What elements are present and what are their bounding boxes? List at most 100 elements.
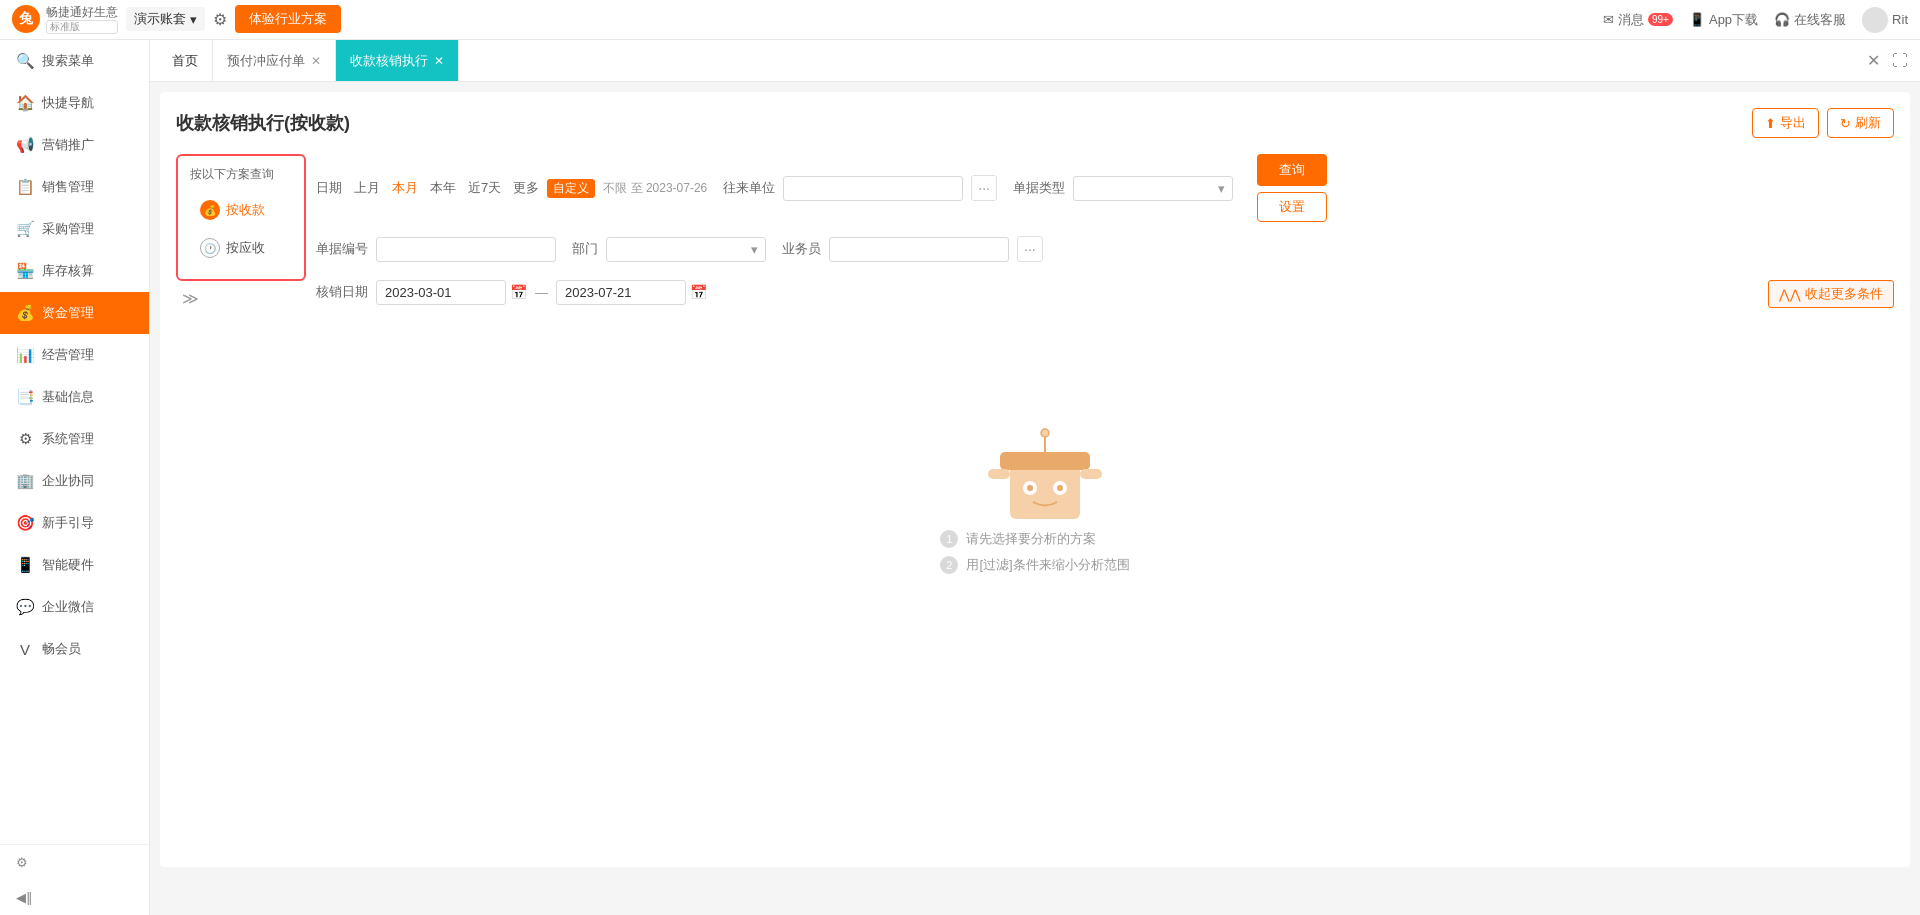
doc-num-input[interactable] [376,237,556,262]
sidebar-item-label: 企业微信 [42,598,94,616]
sidebar-item-basic-info[interactable]: 📑 基础信息 [0,376,149,418]
inventory-icon: 🏪 [16,262,34,280]
date-link-this-year[interactable]: 本年 [426,177,460,199]
calendar-end-icon[interactable]: 📅 [690,284,707,300]
staff-input[interactable] [829,237,1009,262]
counterparty-input[interactable] [783,176,963,201]
calendar-start-icon[interactable]: 📅 [510,284,527,300]
verify-date-end-input[interactable] [556,280,686,305]
sidebar-item-sales[interactable]: 📋 销售管理 [0,166,149,208]
date-link-this-month[interactable]: 本月 [388,177,422,199]
app-name: 畅捷通好生意 [46,5,118,19]
sidebar-item-wechat[interactable]: 💬 企业微信 [0,586,149,628]
sidebar-collapse-btn[interactable]: ◀‖ [0,880,149,915]
page-content: 收款核销执行(按收款) ⬆ 导出 ↻ 刷新 [150,82,1920,915]
refresh-btn[interactable]: ↻ 刷新 [1827,108,1894,138]
verify-date-start-input[interactable] [376,280,506,305]
sidebar: 🔍 搜索菜单 🏠 快捷导航 📢 营销推广 📋 销售管理 🛒 采购管理 🏪 库存核… [0,40,150,915]
page-title: 收款核销执行(按收款) [176,111,350,135]
filter-by-receivable[interactable]: 🕐 按应收 [190,231,292,265]
date-link-more[interactable]: 更多 [509,177,543,199]
sidebar-item-label: 企业协同 [42,472,94,490]
sidebar-item-label: 快捷导航 [42,94,94,112]
tab-home-label: 首页 [172,52,198,70]
sidebar-item-label: 基础信息 [42,388,94,406]
maximize-icon[interactable]: ⛶ [1888,48,1912,74]
setting-btn[interactable]: 设置 [1257,192,1327,222]
date-link-last-month[interactable]: 上月 [350,177,384,199]
tab-collect-close[interactable]: ✕ [434,54,444,68]
main-layout: 🔍 搜索菜单 🏠 快捷导航 📢 营销推广 📋 销售管理 🛒 采购管理 🏪 库存核… [0,40,1920,915]
sidebar-item-member[interactable]: V 畅会员 [0,628,149,670]
tabbar-actions: ✕ ⛶ [1863,47,1912,74]
company-selector[interactable]: 演示账套 ▾ [126,7,205,31]
user-info[interactable]: Rit [1862,7,1908,33]
sidebar-item-quick-nav[interactable]: 🏠 快捷导航 [0,82,149,124]
filter-by-receipt[interactable]: 💰 按收款 [190,193,292,227]
sidebar-item-finance[interactable]: 💰 资金管理 [0,292,149,334]
sidebar-item-enterprise[interactable]: 🏢 企业协同 [0,460,149,502]
tip-text-1: 请先选择要分析的方案 [966,530,1096,548]
sidebar-item-label: 智能硬件 [42,556,94,574]
tab-prepay-close[interactable]: ✕ [311,54,321,68]
filter-panel: 按以下方案查询 💰 按收款 🕐 按应收 ≫ [176,154,1894,322]
doc-type-select[interactable] [1073,176,1233,201]
svg-point-7 [1041,429,1049,437]
guide-icon: 🎯 [16,514,34,532]
doc-num-label: 单据编号 [316,240,368,258]
empty-svg [985,414,1105,524]
date-link-7days[interactable]: 近7天 [464,177,505,199]
enterprise-icon: 🏢 [16,472,34,490]
panel-collapse-btn[interactable]: ≫ [176,285,205,312]
filter-row-1: 日期 上月 本月 本年 近7天 更多 自定义 不限 至 2023-07-26 [316,154,1894,222]
gear-icon[interactable]: ⚙ [213,10,227,29]
collapse-more-label: 收起更多条件 [1805,285,1883,303]
topbar: 兔 畅捷通好生意 标准版 演示账套 ▾ ⚙ 体验行业方案 ✉ 消息 99+ 📱 … [0,0,1920,40]
sidebar-item-inventory[interactable]: 🏪 库存核算 [0,250,149,292]
sidebar-item-hardware[interactable]: 📱 智能硬件 [0,544,149,586]
sidebar-item-label: 采购管理 [42,220,94,238]
app-download-btn[interactable]: 📱 App下载 [1689,11,1758,29]
home-icon: 🏠 [16,94,34,112]
search-icon: 🔍 [16,52,34,70]
export-icon: ⬆ [1765,116,1776,131]
filter-receipt-label: 按收款 [226,201,265,219]
query-btn[interactable]: 查询 [1257,154,1327,186]
sidebar-item-label: 营销推广 [42,136,94,154]
page-header: 收款核销执行(按收款) ⬆ 导出 ↻ 刷新 [176,108,1894,138]
date-label: 日期 [316,179,342,197]
filter-receivable-label: 按应收 [226,239,265,257]
staff-more-btn[interactable]: ··· [1017,236,1043,262]
purchase-icon: 🛒 [16,220,34,238]
sidebar-bottom: ⚙ ◀‖ [0,844,149,915]
collapse-more-btn[interactable]: ⋀⋀ 收起更多条件 [1768,280,1894,308]
svg-point-4 [1027,485,1033,491]
sidebar-item-marketing[interactable]: 📢 营销推广 [0,124,149,166]
online-service-btn[interactable]: 🎧 在线客服 [1774,11,1846,29]
message-btn[interactable]: ✉ 消息 99+ [1603,11,1673,29]
counterparty-more-btn[interactable]: ··· [971,175,997,201]
export-btn[interactable]: ⬆ 导出 [1752,108,1819,138]
verify-date-label: 核销日期 [316,283,368,301]
industry-btn[interactable]: 体验行业方案 [235,5,341,33]
tip-text-2: 用[过滤]条件来缩小分析范围 [966,556,1129,574]
verify-date-field: 核销日期 📅 — 📅 [316,280,707,305]
empty-tip-1: 1 请先选择要分析的方案 [940,530,1129,548]
sales-icon: 📋 [16,178,34,196]
sidebar-item-guide[interactable]: 🎯 新手引导 [0,502,149,544]
date-custom-badge[interactable]: 自定义 [547,179,595,198]
sidebar-item-system[interactable]: ⚙ 系统管理 [0,418,149,460]
tab-prepay[interactable]: 预付冲应付单 ✕ [213,40,336,81]
dropdown-icon: ▾ [190,12,197,27]
close-tab-icon[interactable]: ✕ [1863,47,1884,74]
sidebar-settings-btn[interactable]: ⚙ [0,845,149,880]
tab-home[interactable]: 首页 [158,40,213,81]
topbar-right: ✉ 消息 99+ 📱 App下载 🎧 在线客服 Rit [1603,7,1908,33]
page-inner: 收款核销执行(按收款) ⬆ 导出 ↻ 刷新 [160,92,1910,867]
dept-select[interactable] [606,237,766,262]
sidebar-item-operations[interactable]: 📊 经营管理 [0,334,149,376]
sidebar-item-purchase[interactable]: 🛒 采购管理 [0,208,149,250]
sidebar-item-search-menu[interactable]: 🔍 搜索菜单 [0,40,149,82]
tab-collect[interactable]: 收款核销执行 ✕ [336,40,459,81]
tab-collect-label: 收款核销执行 [350,52,428,70]
